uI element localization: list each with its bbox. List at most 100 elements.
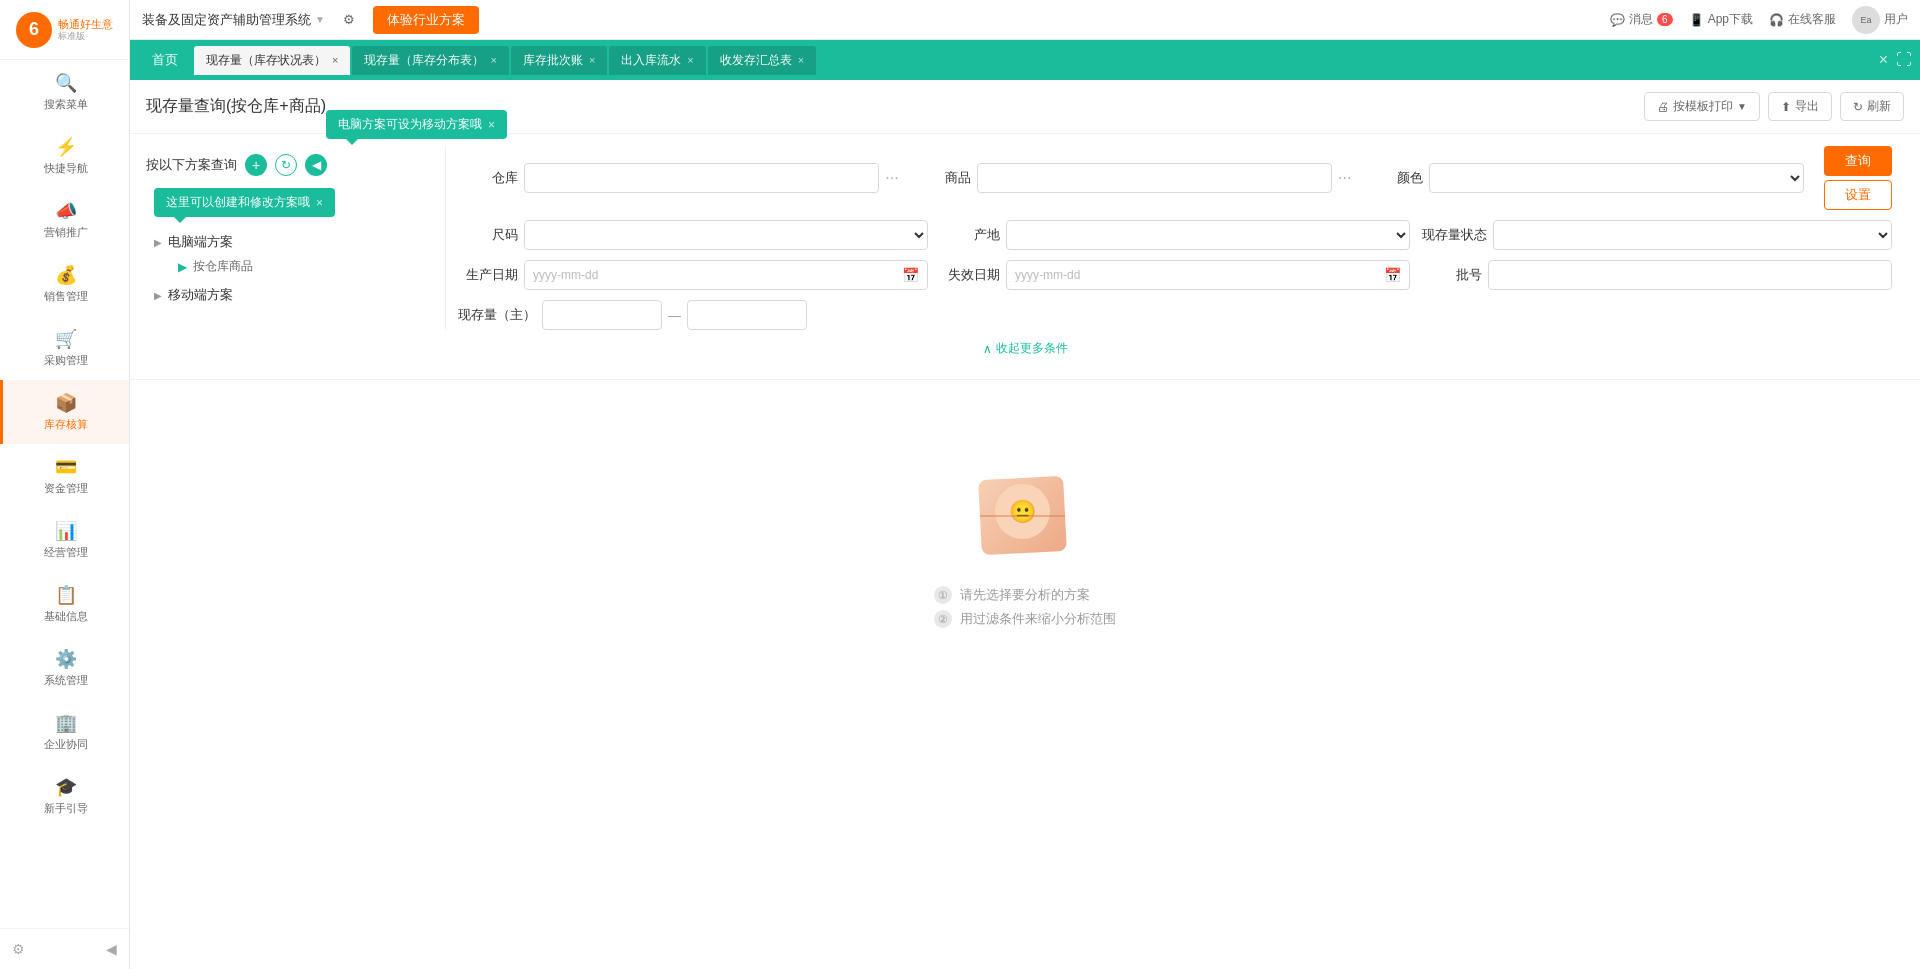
- expire-date-input[interactable]: yyyy-mm-dd 📅: [1006, 260, 1410, 290]
- trial-button[interactable]: 体验行业方案: [373, 6, 479, 34]
- sidebar-item-enterprise[interactable]: 🏢 企业协同: [0, 700, 129, 764]
- message-icon: 💬: [1610, 13, 1625, 27]
- stock-main-label: 现存量（主）: [458, 306, 536, 324]
- warehouse-label: 仓库: [458, 169, 518, 187]
- refresh-scheme-button[interactable]: ↻: [275, 154, 297, 176]
- arrow-scheme-button[interactable]: ◀: [305, 154, 327, 176]
- message-badge: 6: [1657, 13, 1673, 26]
- tab-close-summary[interactable]: ×: [798, 54, 804, 66]
- warehouse-more-button[interactable]: ···: [885, 169, 898, 187]
- header-left: 装备及固定资产辅助管理系统 ▼ ⚙ 体验行业方案: [142, 6, 479, 34]
- online-service-button[interactable]: 🎧 在线客服: [1769, 11, 1836, 28]
- app-logo-text: 畅通好生意 标准版: [58, 17, 113, 43]
- settings-button[interactable]: ⚙: [12, 941, 25, 957]
- tab-close-inventory-dist[interactable]: ×: [490, 54, 496, 66]
- collapse-sidebar-button[interactable]: ◀: [106, 941, 117, 957]
- sidebar-item-guide[interactable]: 🎓 新手引导: [0, 764, 129, 828]
- settings-gear-button[interactable]: ⚙: [335, 6, 363, 34]
- desktop-arrow-icon: ▶: [154, 237, 162, 248]
- stock-status-label: 现存量状态: [1422, 226, 1487, 244]
- tab-close-inventory-status[interactable]: ×: [332, 54, 338, 66]
- tab-close-batch[interactable]: ×: [589, 54, 595, 66]
- tab-bar: 首页 现存量（库存状况表） × 现存量（库存分布表） × 库存批次账 × 出入库…: [130, 40, 1920, 80]
- expire-date-label: 失效日期: [940, 266, 1000, 284]
- main-content: 现存量查询(按仓库+商品) 🖨 按模板打印 ▼ ⬆ 导出 ↻ 刷新: [130, 80, 1920, 969]
- tooltip1-text: 电脑方案可设为移动方案哦: [338, 116, 482, 133]
- batch-input[interactable]: [1488, 260, 1892, 290]
- collapse-filters-button[interactable]: ∧ 收起更多条件: [146, 330, 1904, 367]
- tab-inventory-dist[interactable]: 现存量（库存分布表） ×: [352, 46, 508, 75]
- tab-inventory-status[interactable]: 现存量（库存状况表） ×: [194, 46, 350, 75]
- tab-inout-flow[interactable]: 出入库流水 ×: [609, 46, 705, 75]
- purchase-icon: 🛒: [55, 328, 77, 350]
- sidebar-item-marketing[interactable]: 📣 营销推广: [0, 188, 129, 252]
- empty-tip-2: ② 用过滤条件来缩小分析范围: [934, 610, 1116, 628]
- size-label: 尺码: [458, 226, 518, 244]
- user-menu[interactable]: Ea 用户: [1852, 6, 1908, 34]
- filter-cell-size: 尺码: [458, 220, 928, 250]
- mobile-arrow-icon: ▶: [154, 290, 162, 301]
- stock-status-select[interactable]: [1493, 220, 1892, 250]
- app-download-button[interactable]: 📱 App下载: [1689, 11, 1753, 28]
- tab-stock-summary[interactable]: 收发存汇总表 ×: [708, 46, 816, 75]
- tab-fullscreen-button[interactable]: ⛶: [1896, 51, 1912, 69]
- sidebar-item-finance[interactable]: 💳 资金管理: [0, 444, 129, 508]
- sidebar-item-quick[interactable]: ⚡ 快捷导航: [0, 124, 129, 188]
- scheme-item-label: 按仓库商品: [193, 258, 253, 275]
- sidebar-item-inventory[interactable]: 📦 库存核算: [0, 380, 129, 444]
- produce-date-input[interactable]: yyyy-mm-dd 📅: [524, 260, 928, 290]
- stock-main-from[interactable]: [542, 300, 662, 330]
- print-button[interactable]: 🖨 按模板打印 ▼: [1644, 92, 1760, 121]
- scheme-item-warehouse[interactable]: ▶ 按仓库商品: [170, 255, 445, 278]
- sidebar-item-label: 系统管理: [44, 673, 88, 688]
- sidebar-item-sales[interactable]: 💰 销售管理: [0, 252, 129, 316]
- goods-input[interactable]: [977, 163, 1332, 193]
- empty-tip-1: ① 请先选择要分析的方案: [934, 586, 1116, 604]
- filter-row-2: 尺码 产地 现存量状态: [458, 220, 1892, 250]
- add-scheme-button[interactable]: +: [245, 154, 267, 176]
- sidebar-item-label: 快捷导航: [44, 161, 88, 176]
- tab-close-all-button[interactable]: ×: [1879, 51, 1888, 69]
- sidebar-item-system[interactable]: ⚙️ 系统管理: [0, 636, 129, 700]
- messages-button[interactable]: 💬 消息 6: [1610, 11, 1673, 28]
- tab-home[interactable]: 首页: [138, 45, 192, 75]
- origin-select[interactable]: [1006, 220, 1410, 250]
- filter-header: 按以下方案查询 + ↻ ◀ 电脑方案可设为移动方案哦 ×: [146, 154, 445, 176]
- tooltip1-close-button[interactable]: ×: [488, 118, 495, 132]
- header-right: 💬 消息 6 📱 App下载 🎧 在线客服 Ea 用户: [1610, 6, 1908, 34]
- tooltip2-close-button[interactable]: ×: [316, 196, 323, 210]
- refresh-button[interactable]: ↻ 刷新: [1840, 92, 1904, 121]
- sidebar-item-label: 营销推广: [44, 225, 88, 240]
- tab-close-inout[interactable]: ×: [687, 54, 693, 66]
- produce-date-label: 生产日期: [458, 266, 518, 284]
- stock-main-to[interactable]: [687, 300, 807, 330]
- print-icon: 🖨: [1657, 100, 1669, 114]
- warehouse-input[interactable]: [524, 163, 879, 193]
- sidebar-item-label: 销售管理: [44, 289, 88, 304]
- scheme-tree: ▶ 电脑端方案 ▶ 按仓库商品: [146, 225, 445, 316]
- filter-row-4: 现存量（主） —: [458, 300, 1892, 330]
- sidebar-item-search[interactable]: 🔍 搜索菜单: [0, 60, 129, 124]
- desktop-scheme-header[interactable]: ▶ 电脑端方案: [146, 229, 445, 255]
- filter-row-1: 仓库 ··· 商品 ··· 颜色: [458, 146, 1892, 210]
- marketing-icon: 📣: [55, 200, 77, 222]
- sidebar-item-operation[interactable]: 📊 经营管理: [0, 508, 129, 572]
- size-select[interactable]: [524, 220, 928, 250]
- filter-cell-expire-date: 失效日期 yyyy-mm-dd 📅: [940, 260, 1410, 290]
- operation-icon: 📊: [55, 520, 77, 542]
- search-button[interactable]: 查询: [1824, 146, 1892, 176]
- sidebar-item-basic[interactable]: 📋 基础信息: [0, 572, 129, 636]
- stock-dash: —: [668, 308, 681, 323]
- goods-more-button[interactable]: ···: [1338, 169, 1351, 187]
- sidebar-item-purchase[interactable]: 🛒 采购管理: [0, 316, 129, 380]
- system-title-select[interactable]: 装备及固定资产辅助管理系统 ▼: [142, 11, 325, 29]
- mobile-scheme-header[interactable]: ▶ 移动端方案: [146, 282, 445, 308]
- tab-batch-account[interactable]: 库存批次账 ×: [511, 46, 607, 75]
- color-select[interactable]: [1429, 163, 1804, 193]
- reset-button[interactable]: 设置: [1824, 180, 1892, 210]
- filter-cell-stock-status: 现存量状态: [1422, 220, 1892, 250]
- sidebar-item-label: 搜索菜单: [44, 97, 88, 112]
- export-button[interactable]: ⬆ 导出: [1768, 92, 1832, 121]
- sidebar-item-label: 新手引导: [44, 801, 88, 816]
- empty-face: 😐: [995, 484, 1050, 539]
